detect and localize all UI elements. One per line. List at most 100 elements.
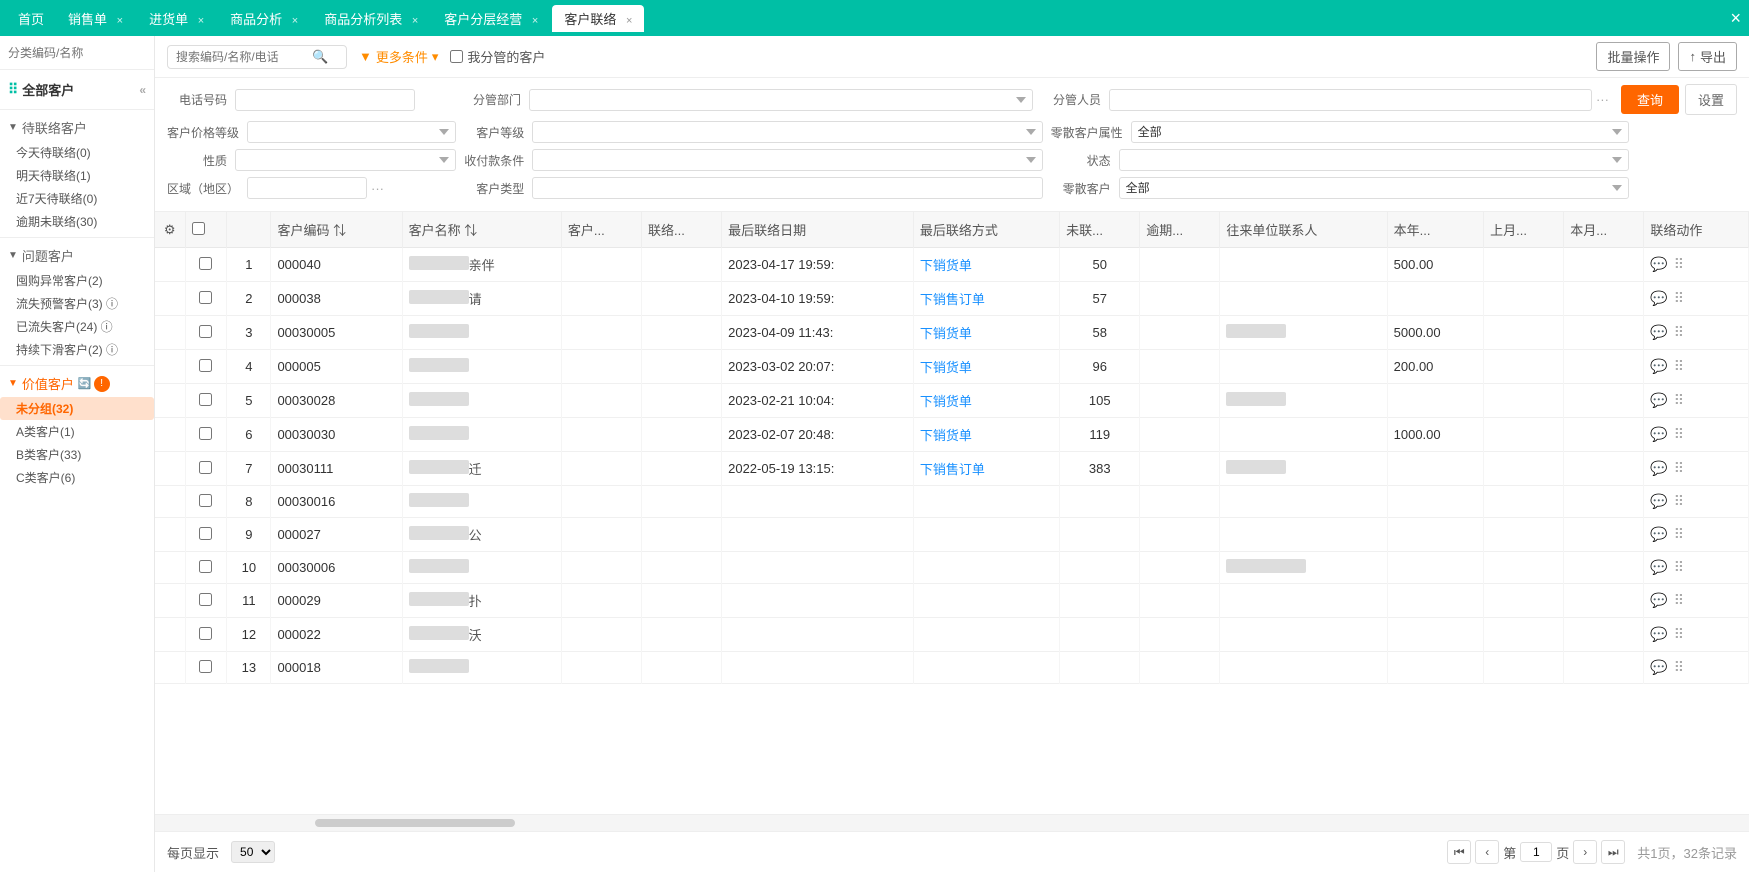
row-checkbox[interactable] (199, 257, 212, 270)
grid-action-icon[interactable]: ⠿ (1674, 460, 1684, 477)
sidebar-item-today[interactable]: 今天待联络(0) (0, 141, 154, 164)
row-checkbox[interactable] (199, 560, 212, 573)
sidebar-item-tomorrow[interactable]: 明天待联络(1) (0, 164, 154, 187)
row-checkbox[interactable] (199, 660, 212, 673)
prev-page-btn[interactable]: ‹ (1475, 840, 1499, 864)
group-value-customers[interactable]: ▼ 价值客户 🔄 ! (0, 370, 154, 397)
grid-action-icon[interactable]: ⠿ (1674, 626, 1684, 643)
close-product-analysis-tab[interactable]: × (292, 15, 298, 27)
sidebar-item-class-b[interactable]: B类客户(33) (0, 443, 154, 466)
th-last-date[interactable]: 最后联络日期 (722, 212, 914, 248)
th-type[interactable]: 客户... (561, 212, 641, 248)
row-checkbox[interactable] (199, 627, 212, 640)
horiz-scroll-thumb[interactable] (315, 819, 515, 827)
customer-level-select[interactable] (532, 121, 1042, 143)
tab-sales[interactable]: 销售单 × (56, 5, 135, 32)
row-checkbox[interactable] (199, 427, 212, 440)
last-method-link[interactable]: 下销货单 (920, 326, 972, 341)
grid-action-icon[interactable]: ⠿ (1674, 324, 1684, 341)
payment-select[interactable] (532, 149, 1042, 171)
last-page-btn[interactable]: ⏭ (1601, 840, 1625, 864)
close-all-btn[interactable]: × (1730, 8, 1741, 29)
chat-action-icon[interactable]: 💬 (1650, 559, 1667, 576)
grid-action-icon[interactable]: ⠿ (1674, 592, 1684, 609)
dept-select[interactable] (529, 89, 1033, 111)
th-contact[interactable]: 联络... (641, 212, 721, 248)
last-method-link[interactable]: 下销货单 (920, 360, 972, 375)
grid-action-icon[interactable]: ⠿ (1674, 392, 1684, 409)
tab-product-analysis[interactable]: 商品分析 × (218, 5, 310, 32)
retail-customer-select[interactable]: 全部 (1119, 177, 1629, 199)
th-unit-contact[interactable]: 往来单位联系人 (1220, 212, 1387, 248)
group-waiting-contact[interactable]: ▼ 待联络客户 (0, 114, 154, 141)
chat-action-icon[interactable]: 💬 (1650, 626, 1667, 643)
row-checkbox[interactable] (199, 461, 212, 474)
th-settings[interactable]: ⚙ (155, 212, 185, 248)
filter-search-input[interactable] (176, 50, 306, 64)
area-more-icon[interactable]: ··· (367, 181, 388, 196)
sidebar-item-churned[interactable]: 已流失客户(24) ⓘ (0, 315, 154, 338)
phone-input[interactable] (235, 89, 415, 111)
tab-purchase[interactable]: 进货单 × (137, 5, 216, 32)
last-method-link[interactable]: 下销货单 (920, 428, 972, 443)
reset-btn[interactable]: 设置 (1685, 84, 1737, 115)
sidebar-item-overdue[interactable]: 逾期未联络(30) (0, 210, 154, 233)
next-page-btn[interactable]: › (1573, 840, 1597, 864)
tab-customer-tier[interactable]: 客户分层经营 × (432, 5, 550, 32)
chat-action-icon[interactable]: 💬 (1650, 426, 1667, 443)
th-this-year[interactable]: 本年... (1387, 212, 1483, 248)
th-overdue[interactable]: 逾期... (1140, 212, 1220, 248)
last-method-link[interactable]: 下销售订单 (920, 462, 985, 477)
close-customer-tier-tab[interactable]: × (532, 15, 538, 27)
grid-action-icon[interactable]: ⠿ (1674, 256, 1684, 273)
sidebar-item-7days[interactable]: 近7天待联络(0) (0, 187, 154, 210)
area-input[interactable] (247, 177, 367, 199)
page-number-input[interactable] (1520, 842, 1552, 862)
grid-action-icon[interactable]: ⠿ (1674, 493, 1684, 510)
refresh-icon[interactable]: 🔄 (78, 377, 92, 390)
grid-action-icon[interactable]: ⠿ (1674, 358, 1684, 375)
chat-action-icon[interactable]: 💬 (1650, 493, 1667, 510)
last-method-link[interactable]: 下销货单 (920, 258, 972, 273)
sidebar-item-class-c[interactable]: C类客户(6) (0, 466, 154, 489)
chat-action-icon[interactable]: 💬 (1650, 592, 1667, 609)
close-sales-tab[interactable]: × (117, 15, 123, 27)
th-code[interactable]: 客户编码 ⇅ (271, 212, 402, 248)
batch-op-btn[interactable]: 批量操作 (1596, 42, 1670, 71)
status-select[interactable] (1119, 149, 1629, 171)
sidebar-item-declining[interactable]: 持续下滑客户(2) ⓘ (0, 338, 154, 361)
retail-attr-select[interactable]: 全部 (1131, 121, 1629, 143)
grid-action-icon[interactable]: ⠿ (1674, 559, 1684, 576)
sidebar-item-ungrouped[interactable]: 未分组(32) (0, 397, 154, 420)
my-customers-checkbox[interactable] (450, 50, 463, 63)
row-checkbox[interactable] (199, 393, 212, 406)
row-checkbox[interactable] (199, 325, 212, 338)
close-purchase-tab[interactable]: × (198, 15, 204, 27)
per-page-select[interactable]: 50 (231, 841, 275, 863)
chat-action-icon[interactable]: 💬 (1650, 256, 1667, 273)
sidebar-item-class-a[interactable]: A类客户(1) (0, 420, 154, 443)
filter-search-icon[interactable]: 🔍 (312, 49, 328, 65)
tab-customer-contact[interactable]: 客户联络 × (552, 5, 644, 32)
group-problem-customers[interactable]: ▼ 问题客户 (0, 242, 154, 269)
query-btn[interactable]: 查询 (1621, 85, 1679, 114)
chat-action-icon[interactable]: 💬 (1650, 526, 1667, 543)
chat-action-icon[interactable]: 💬 (1650, 659, 1667, 676)
select-all-checkbox[interactable] (192, 222, 205, 235)
chat-action-icon[interactable]: 💬 (1650, 324, 1667, 341)
th-no-contact[interactable]: 未联... (1060, 212, 1140, 248)
price-level-select[interactable] (247, 121, 456, 143)
collapse-icon[interactable]: « (139, 83, 146, 97)
chat-action-icon[interactable]: 💬 (1650, 290, 1667, 307)
grid-action-icon[interactable]: ⠿ (1674, 659, 1684, 676)
export-btn[interactable]: ↑ 导出 (1678, 42, 1737, 71)
first-page-btn[interactable]: ⏮ (1447, 840, 1471, 864)
chat-action-icon[interactable]: 💬 (1650, 392, 1667, 409)
sidebar-item-hoarding[interactable]: 囤购异常客户(2) (0, 269, 154, 292)
th-last-method[interactable]: 最后联络方式 (913, 212, 1059, 248)
tab-home[interactable]: 首页 (8, 5, 54, 32)
grid-action-icon[interactable]: ⠿ (1674, 526, 1684, 543)
last-method-link[interactable]: 下销货单 (920, 394, 972, 409)
customer-type-input[interactable] (532, 177, 1042, 199)
row-checkbox[interactable] (199, 527, 212, 540)
